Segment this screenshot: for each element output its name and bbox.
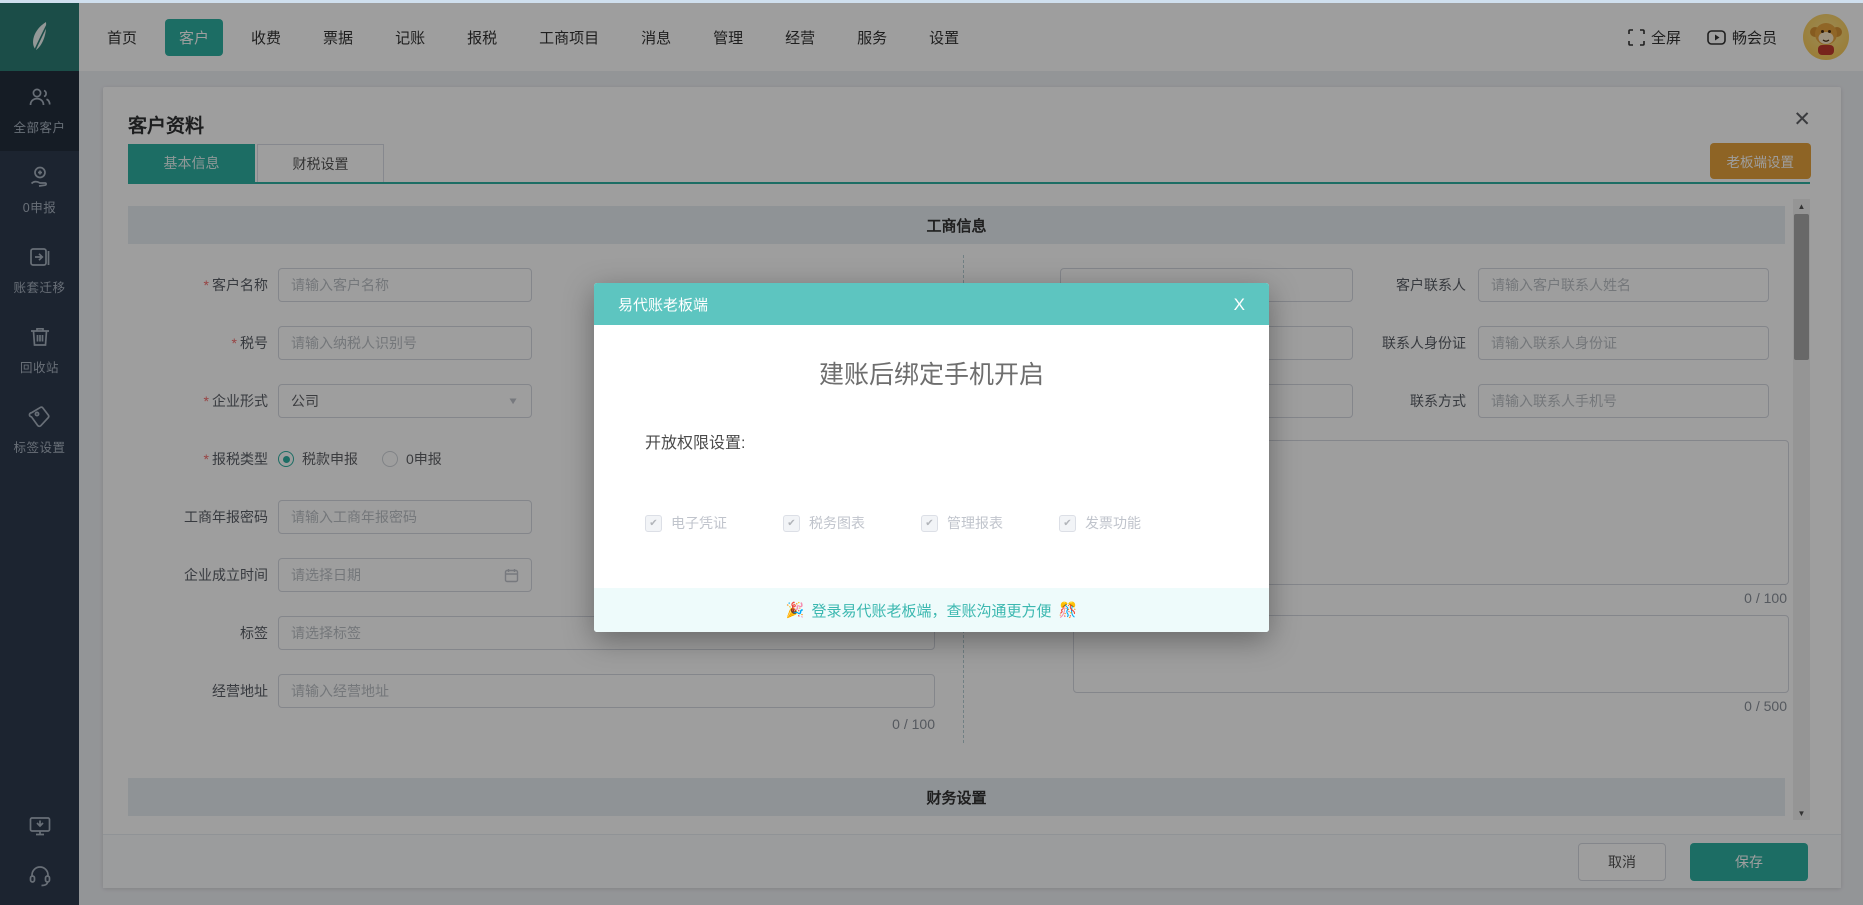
permission-label: 发票功能 <box>1085 515 1141 531</box>
checkbox-checked-icon: ✔ <box>645 514 662 532</box>
permission-management-reports[interactable]: ✔ 管理报表 <box>921 513 1003 533</box>
confetti-ball-icon: 🎊 <box>1058 602 1078 619</box>
modal-close-icon[interactable]: X <box>1234 296 1245 313</box>
permission-evoucher[interactable]: ✔ 电子凭证 <box>645 513 727 533</box>
permission-label: 管理报表 <box>947 515 1003 531</box>
top-edge-strip <box>0 0 1863 3</box>
permissions-row: ✔ 电子凭证 ✔ 税务图表 ✔ 管理报表 ✔ 发票功能 <box>645 513 1141 533</box>
boss-client-modal: 易代账老板端 X 建账后绑定手机开启 开放权限设置: ✔ 电子凭证 ✔ 税务图表… <box>594 283 1269 632</box>
permission-label: 税务图表 <box>809 515 865 531</box>
modal-header: 易代账老板端 X <box>594 283 1269 325</box>
footer-link-text: 登录易代账老板端，查账沟通更方便 <box>811 602 1052 620</box>
app-screen: 首页 客户 收费 票据 记账 报税 工商项目 消息 管理 经营 服务 设置 全屏 <box>0 0 1863 905</box>
permission-label: 电子凭证 <box>671 515 727 531</box>
party-popper-icon: 🎉 <box>785 602 805 619</box>
permissions-label: 开放权限设置: <box>645 435 746 452</box>
modal-title: 易代账老板端 <box>618 296 709 314</box>
checkbox-checked-icon: ✔ <box>783 514 800 532</box>
modal-footer-link[interactable]: 🎉 登录易代账老板端，查账沟通更方便 🎊 <box>594 588 1269 632</box>
checkbox-checked-icon: ✔ <box>1059 514 1076 532</box>
checkbox-checked-icon: ✔ <box>921 514 938 532</box>
permission-tax-charts[interactable]: ✔ 税务图表 <box>783 513 865 533</box>
permission-invoice-function[interactable]: ✔ 发票功能 <box>1059 513 1141 533</box>
modal-heading: 建账后绑定手机开启 <box>818 361 1044 389</box>
